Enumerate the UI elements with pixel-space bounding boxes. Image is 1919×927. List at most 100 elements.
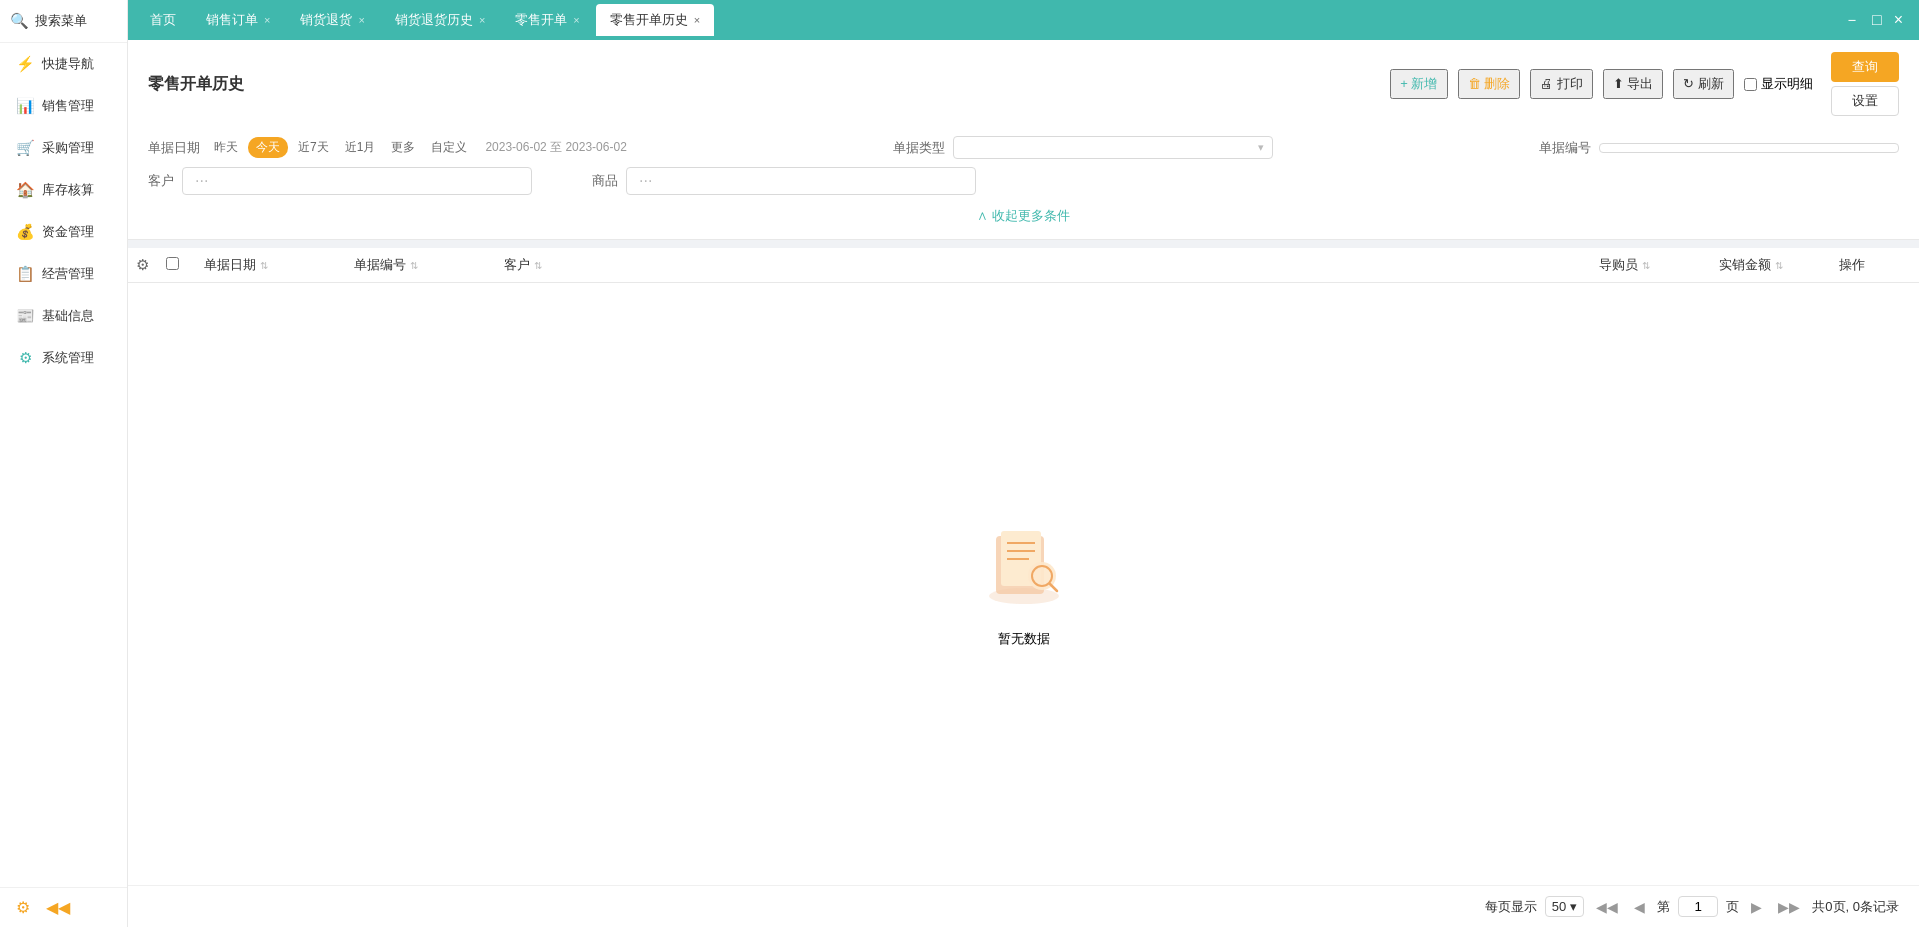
basic-info-icon: 📰	[16, 307, 34, 325]
collapse-label: ∧ 收起更多条件	[977, 208, 1070, 223]
tab-label: 销货退货	[300, 11, 352, 29]
tab-sales-return-history[interactable]: 销货退货历史×	[381, 4, 499, 36]
add-button[interactable]: + 新增	[1390, 69, 1447, 99]
system-icon: ⚙	[16, 349, 34, 367]
tab-label: 首页	[150, 11, 176, 29]
col-header-client[interactable]: 客户⇅	[496, 248, 1591, 282]
sidebar-item-label: 销售管理	[42, 97, 94, 115]
page-label-prefix: 第	[1657, 898, 1670, 916]
page-label-suffix: 页	[1726, 898, 1739, 916]
date-filter: 单据日期 昨天今天近7天近1月更多自定义 2023-06-02 至 2023-0…	[148, 137, 627, 158]
col-header-action: 操作	[1831, 248, 1911, 282]
tab-home[interactable]: 首页	[136, 4, 190, 36]
search-icon: 🔍	[10, 12, 29, 30]
empty-text: 暂无数据	[998, 630, 1050, 648]
window-minimize[interactable]: －	[1844, 10, 1860, 31]
sidebar-item-inventory[interactable]: 🏠 库存核算	[0, 169, 127, 211]
tab-close-sales-order[interactable]: ×	[264, 14, 270, 26]
purchase-mgmt-icon: 🛒	[16, 139, 34, 157]
export-button[interactable]: ⬆ 导出	[1603, 69, 1664, 99]
sales-mgmt-icon: 📊	[16, 97, 34, 115]
date-quick-btn-近1月[interactable]: 近1月	[339, 137, 382, 158]
col-label-amount: 实销金额	[1719, 256, 1771, 274]
sidebar-search[interactable]: 🔍 搜索菜单	[0, 0, 127, 43]
sidebar-item-quick-nav[interactable]: ⚡快捷导航	[0, 43, 127, 85]
sort-icon-amount: ⇅	[1775, 260, 1783, 271]
tab-sales-order[interactable]: 销售订单 ×	[192, 4, 284, 36]
date-quick-buttons: 昨天今天近7天近1月更多自定义	[208, 137, 473, 158]
per-page-select[interactable]: 50 ▾	[1545, 896, 1584, 917]
page-title: 零售开单历史	[148, 74, 244, 95]
client-filter: 客户 ···	[148, 167, 532, 195]
print-button[interactable]: 🖨 打印	[1530, 69, 1593, 99]
query-button[interactable]: 查询	[1831, 52, 1899, 82]
tab-label: 零售开单历史	[610, 11, 688, 29]
bill-number-input[interactable]	[1599, 143, 1899, 153]
date-label: 单据日期	[148, 139, 200, 157]
goods-label: 商品	[592, 172, 618, 190]
last-page-btn[interactable]: ▶▶	[1774, 897, 1804, 917]
sidebar-item-label: 库存核算	[42, 181, 94, 199]
next-page-btn[interactable]: ▶	[1747, 897, 1766, 917]
client-label: 客户	[148, 172, 174, 190]
window-close[interactable]: ×	[1894, 11, 1903, 29]
sidebar-nav: ⚡快捷导航 📊 销售管理 🛒 采购管理 🏠 库存核算 💰资金管理📋经营管理📰基础信息 ⚙ 系统管理	[0, 43, 127, 887]
tab-close-retail-history[interactable]: ×	[694, 14, 700, 26]
date-range-display: 2023-06-02 至 2023-06-02	[485, 139, 626, 156]
bill-type-select[interactable]: ▾	[953, 136, 1273, 159]
col-label-action: 操作	[1839, 256, 1865, 274]
window-maximize[interactable]: □	[1872, 11, 1882, 29]
tab-retail-open[interactable]: 零售开单×	[501, 4, 593, 36]
col-header-guide[interactable]: 导购员⇅	[1591, 248, 1711, 282]
select-all-checkbox[interactable]	[166, 257, 179, 270]
current-page-input[interactable]	[1678, 896, 1718, 917]
collapse-sidebar-icon[interactable]: ◀◀	[46, 898, 70, 917]
col-header-amount[interactable]: 实销金额 ⇅	[1711, 248, 1831, 282]
content-area: 零售开单历史 + 新增 🗑 删除 🖨 打印 ⬆ 导出 ↻ 刷新 显示明细 查询 …	[128, 40, 1919, 927]
sidebar-item-basic-info[interactable]: 📰基础信息	[0, 295, 127, 337]
show-detail-input[interactable]	[1744, 78, 1757, 91]
inventory-icon: 🏠	[16, 181, 34, 199]
sidebar-item-label: 采购管理	[42, 139, 94, 157]
per-page-label: 每页显示	[1485, 898, 1537, 916]
page-header: 零售开单历史 + 新增 🗑 删除 🖨 打印 ⬆ 导出 ↻ 刷新 显示明细 查询 …	[128, 40, 1919, 240]
tab-close-sales-return-history[interactable]: ×	[479, 14, 485, 26]
prev-page-btn[interactable]: ◀	[1630, 897, 1649, 917]
show-detail-checkbox[interactable]: 显示明细	[1744, 75, 1813, 93]
sidebar-item-system[interactable]: ⚙ 系统管理	[0, 337, 127, 379]
collapse-filter-bar[interactable]: ∧ 收起更多条件	[148, 203, 1899, 229]
tab-sales-return[interactable]: 销货退货 ×	[286, 4, 378, 36]
main-area: 首页销售订单×销货退货×销货退货历史×零售开单×零售开单历史× － □ × 零售…	[128, 0, 1919, 927]
delete-button[interactable]: 🗑 删除	[1458, 69, 1521, 99]
filter-row-2: 客户 ··· 商品 ···	[148, 167, 1899, 195]
sidebar-item-operations[interactable]: 📋经营管理	[0, 253, 127, 295]
date-quick-btn-自定义[interactable]: 自定义	[425, 137, 473, 158]
goods-input[interactable]: ···	[626, 167, 976, 195]
date-quick-btn-昨天[interactable]: 昨天	[208, 137, 244, 158]
col-label-number: 单据编号	[354, 256, 406, 274]
col-label-date: 单据日期	[204, 256, 256, 274]
sidebar-item-label: 系统管理	[42, 349, 94, 367]
tab-close-retail-open[interactable]: ×	[573, 14, 579, 26]
settings-footer-icon[interactable]: ⚙	[16, 898, 30, 917]
date-quick-btn-今天[interactable]: 今天	[248, 137, 288, 158]
client-input[interactable]: ···	[182, 167, 532, 195]
sidebar-item-purchase-mgmt[interactable]: 🛒 采购管理	[0, 127, 127, 169]
setting-button[interactable]: 设置	[1831, 86, 1899, 116]
col-header-number[interactable]: 单据编号⇅	[346, 248, 496, 282]
col-header-date[interactable]: 单据日期⇅	[196, 248, 346, 282]
first-page-btn[interactable]: ◀◀	[1592, 897, 1622, 917]
date-quick-btn-近7天[interactable]: 近7天	[292, 137, 335, 158]
tab-retail-history[interactable]: 零售开单历史 ×	[596, 4, 714, 36]
sidebar-item-sales-mgmt[interactable]: 📊 销售管理	[0, 85, 127, 127]
tab-label: 销售订单	[206, 11, 258, 29]
bill-type-arrow: ▾	[1258, 141, 1264, 154]
sidebar-item-label: 资金管理	[42, 223, 94, 241]
tab-close-sales-return[interactable]: ×	[358, 14, 364, 26]
sidebar-item-finance[interactable]: 💰资金管理	[0, 211, 127, 253]
table-settings-icon[interactable]: ⚙	[136, 256, 166, 274]
date-quick-btn-更多[interactable]: 更多	[385, 137, 421, 158]
col-label-client: 客户	[504, 256, 530, 274]
refresh-button[interactable]: ↻ 刷新	[1673, 69, 1734, 99]
goods-filter: 商品 ···	[592, 167, 976, 195]
